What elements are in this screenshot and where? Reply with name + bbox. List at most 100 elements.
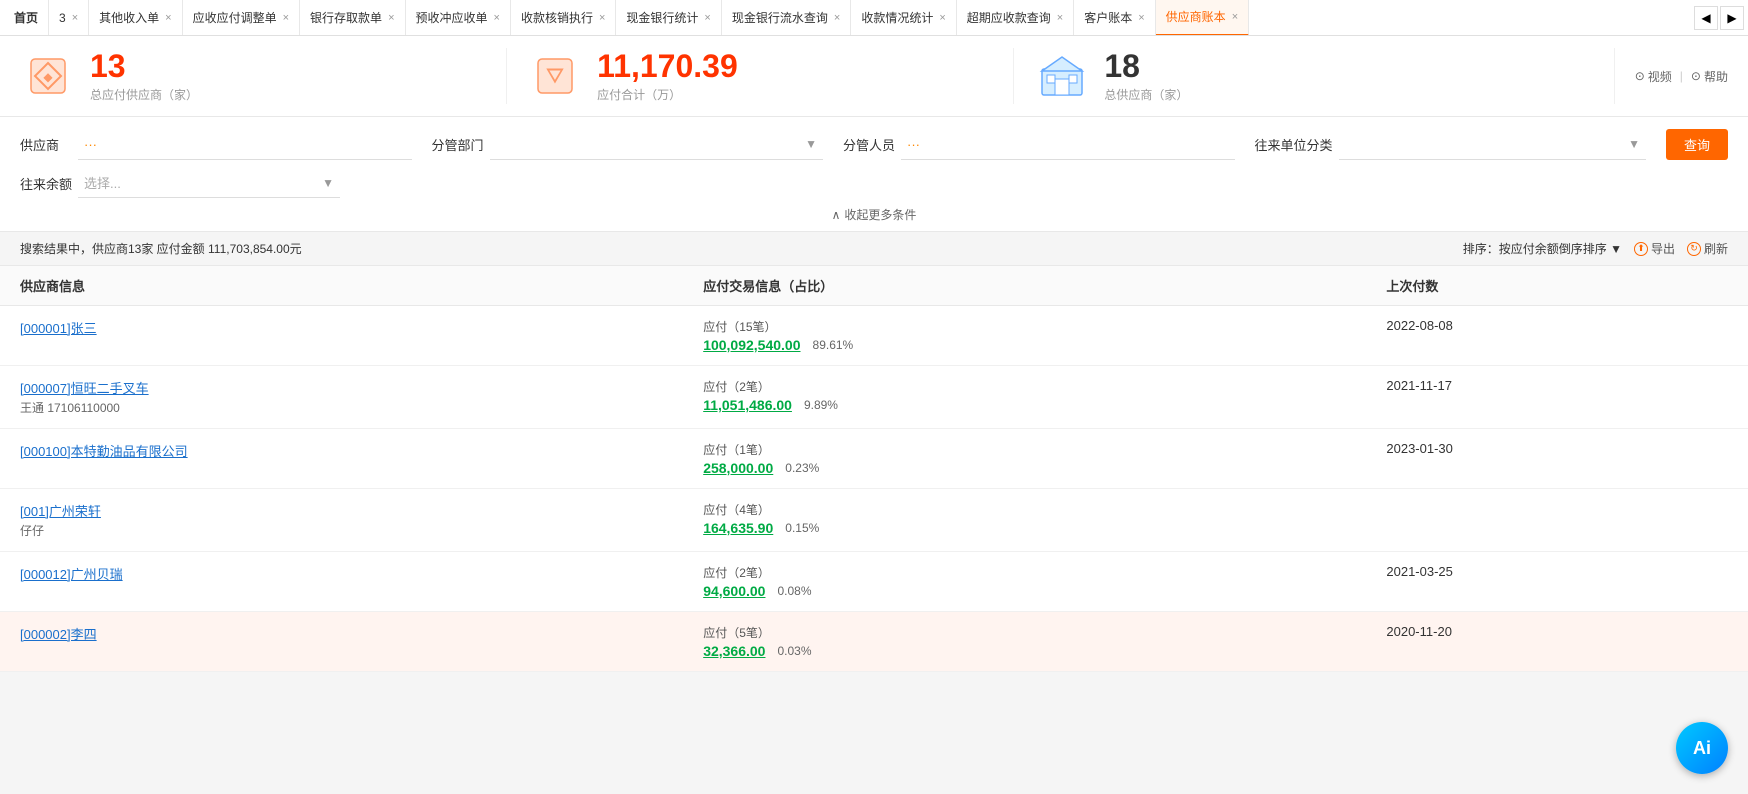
nav-tab-ar-ap-adjust[interactable]: 应收应付调整单 × <box>183 0 300 36</box>
nav-tab-collection-verify[interactable]: 收款核销执行 × <box>511 0 616 36</box>
payable-info-4: 应付（4笔） 164,635.90 0.15% <box>703 501 1386 536</box>
results-bar: 搜索结果中，供应商13家 应付金额 111,703,854.00元 排序：按应付… <box>0 232 1748 266</box>
payable-info-3: 应付（1笔） 258,000.00 0.23% <box>703 441 1386 476</box>
lastpay-5: 2021-03-25 <box>1386 564 1728 579</box>
supplier-link-3[interactable]: [000100]本特勤油品有限公司 <box>20 441 703 460</box>
card2-label: 应付合计（万） <box>597 86 738 103</box>
person-label: 分管人员 <box>843 135 895 154</box>
supplier-info-5: [000012]广州贝瑞 <box>20 564 703 583</box>
payable-label-4: 应付（4笔） <box>703 501 1386 518</box>
nav-left-arrow[interactable]: ◀ <box>1694 6 1718 30</box>
supplier-link-6[interactable]: [000002]李四 <box>20 624 703 643</box>
close-icon[interactable]: × <box>939 12 945 24</box>
collapse-button[interactable]: ∧ 收起更多条件 <box>20 206 1728 223</box>
filter-row-1: 供应商 ··· 分管部门 ▼ 分管人员 往来单位分类 ▼ 查询 <box>20 129 1728 160</box>
payable-amount-2[interactable]: 11,051,486.00 <box>703 397 792 413</box>
close-icon[interactable]: × <box>165 12 171 24</box>
payable-info-2: 应付（2笔） 11,051,486.00 9.89% <box>703 378 1386 413</box>
video-link[interactable]: ⊙ 视频 <box>1635 68 1672 85</box>
payable-info-5: 应付（2笔） 94,600.00 0.08% <box>703 564 1386 599</box>
col-header-supplier: 供应商信息 <box>20 276 703 295</box>
supplier-link-4[interactable]: [001]广州荣轩 <box>20 501 703 520</box>
summary-bar: ◆ 13 总应付供应商（家） ⛛ 11,170.39 应付合计（万） <box>0 36 1748 117</box>
svg-text:⛛: ⛛ <box>546 63 564 88</box>
nav-tab-prepay-ar[interactable]: 预收冲应收单 × <box>406 0 511 36</box>
refresh-icon: ↻ <box>1687 242 1701 256</box>
card3-number: 18 <box>1104 50 1188 82</box>
balance-select[interactable]: 选择... ▼ <box>78 168 340 198</box>
payable-amount-5[interactable]: 94,600.00 <box>703 583 765 599</box>
nav-tab-cash-bank-stat[interactable]: 现金银行统计 × <box>616 0 721 36</box>
close-icon[interactable]: × <box>704 12 710 24</box>
nav-tab-collection-stat[interactable]: 收款情况统计 × <box>851 0 956 36</box>
payable-row-6: 32,366.00 0.03% <box>703 643 1386 659</box>
close-icon[interactable]: × <box>283 12 289 24</box>
svg-text:◆: ◆ <box>43 70 53 84</box>
nav-tab-home[interactable]: 首页 <box>4 0 49 36</box>
supplier-sub-4: 仔仔 <box>20 522 703 539</box>
help-link[interactable]: ⊙ 帮助 <box>1691 68 1728 85</box>
person-input[interactable] <box>901 130 1234 160</box>
ai-badge[interactable]: Ai <box>1676 722 1728 774</box>
query-button[interactable]: 查询 <box>1666 129 1728 160</box>
balance-chevron-icon: ▼ <box>322 176 334 190</box>
top-navigation: 首页 3 × 其他收入单 × 应收应付调整单 × 银行存取款单 × 预收冲应收单… <box>0 0 1748 36</box>
table-row: [000007]恒旺二手叉车 王通 17106110000 应付（2笔） 11,… <box>0 366 1748 429</box>
close-icon[interactable]: × <box>388 12 394 24</box>
filter-category: 往来单位分类 ▼ <box>1255 130 1647 160</box>
supplier-link-1[interactable]: [000001]张三 <box>20 318 703 337</box>
card2-text: 11,170.39 应付合计（万） <box>597 50 738 103</box>
lastpay-3: 2023-01-30 <box>1386 441 1728 456</box>
close-icon[interactable]: × <box>834 12 840 24</box>
payable-row-5: 94,600.00 0.08% <box>703 583 1386 599</box>
filter-person: 分管人员 <box>843 130 1235 160</box>
nav-tab-supplier-ledger[interactable]: 供应商账本 × <box>1156 0 1249 36</box>
supplier-link-2[interactable]: [000007]恒旺二手叉车 <box>20 378 703 397</box>
payable-amount-6[interactable]: 32,366.00 <box>703 643 765 659</box>
balance-placeholder: 选择... <box>84 173 121 192</box>
nav-tab-cash-bank-query[interactable]: 现金银行流水查询 × <box>722 0 851 36</box>
category-chevron-icon: ▼ <box>1628 137 1640 151</box>
top-right-links: ⊙ 视频 | ⊙ 帮助 <box>1615 48 1728 104</box>
close-icon[interactable]: × <box>599 12 605 24</box>
nav-tab-customer-ledger[interactable]: 客户账本 × <box>1074 0 1155 36</box>
supplier-link-5[interactable]: [000012]广州贝瑞 <box>20 564 703 583</box>
refresh-button[interactable]: ↻ 刷新 <box>1687 240 1728 257</box>
table-header: 供应商信息 应付交易信息（占比） 上次付数 <box>0 266 1748 306</box>
nav-tab-overdue-ar[interactable]: 超期应收款查询 × <box>957 0 1074 36</box>
nav-right-arrow[interactable]: ▶ <box>1720 6 1744 30</box>
nav-tab-bank-deposit[interactable]: 银行存取款单 × <box>300 0 405 36</box>
close-icon[interactable]: × <box>1138 12 1144 24</box>
shop-icon <box>1034 48 1090 104</box>
card1-label: 总应付供应商（家） <box>90 86 198 103</box>
table-row: [000001]张三 应付（15笔） 100,092,540.00 89.61%… <box>0 306 1748 366</box>
filter-dept: 分管部门 ▼ <box>432 130 824 160</box>
dept-select[interactable]: ▼ <box>490 130 823 160</box>
category-label: 往来单位分类 <box>1255 135 1333 154</box>
card1-number: 13 <box>90 50 198 82</box>
nav-tab-3[interactable]: 3 × <box>49 0 89 36</box>
payable-amount-3[interactable]: 258,000.00 <box>703 460 773 476</box>
category-select[interactable]: ▼ <box>1339 130 1646 160</box>
payable-label-6: 应付（5笔） <box>703 624 1386 641</box>
table-row: [000100]本特勤油品有限公司 应付（1笔） 258,000.00 0.23… <box>0 429 1748 489</box>
nav-tab-other-income[interactable]: 其他收入单 × <box>89 0 182 36</box>
payable-amount-1[interactable]: 100,092,540.00 <box>703 337 800 353</box>
sort-chevron-icon[interactable]: ▼ <box>1610 242 1622 256</box>
table-row: [000012]广州贝瑞 应付（2笔） 94,600.00 0.08% 2021… <box>0 552 1748 612</box>
close-icon[interactable]: × <box>494 12 500 24</box>
supplier-input[interactable] <box>78 130 412 160</box>
close-icon[interactable]: × <box>1232 11 1238 23</box>
payable-label-5: 应付（2笔） <box>703 564 1386 581</box>
card3-label: 总供应商（家） <box>1104 86 1188 103</box>
export-button[interactable]: ⬆ 导出 <box>1634 240 1675 257</box>
summary-card-suppliers: ◆ 13 总应付供应商（家） <box>20 48 507 104</box>
payable-amount-4[interactable]: 164,635.90 <box>703 520 773 536</box>
close-icon[interactable]: × <box>72 12 78 24</box>
close-icon[interactable]: × <box>1057 12 1063 24</box>
rice-icon: ⛛ <box>527 48 583 104</box>
payable-info-6: 应付（5笔） 32,366.00 0.03% <box>703 624 1386 659</box>
filter-supplier: 供应商 ··· <box>20 130 412 160</box>
supplier-table: 供应商信息 应付交易信息（占比） 上次付数 [000001]张三 应付（15笔）… <box>0 266 1748 672</box>
lastpay-6: 2020-11-20 <box>1386 624 1728 639</box>
